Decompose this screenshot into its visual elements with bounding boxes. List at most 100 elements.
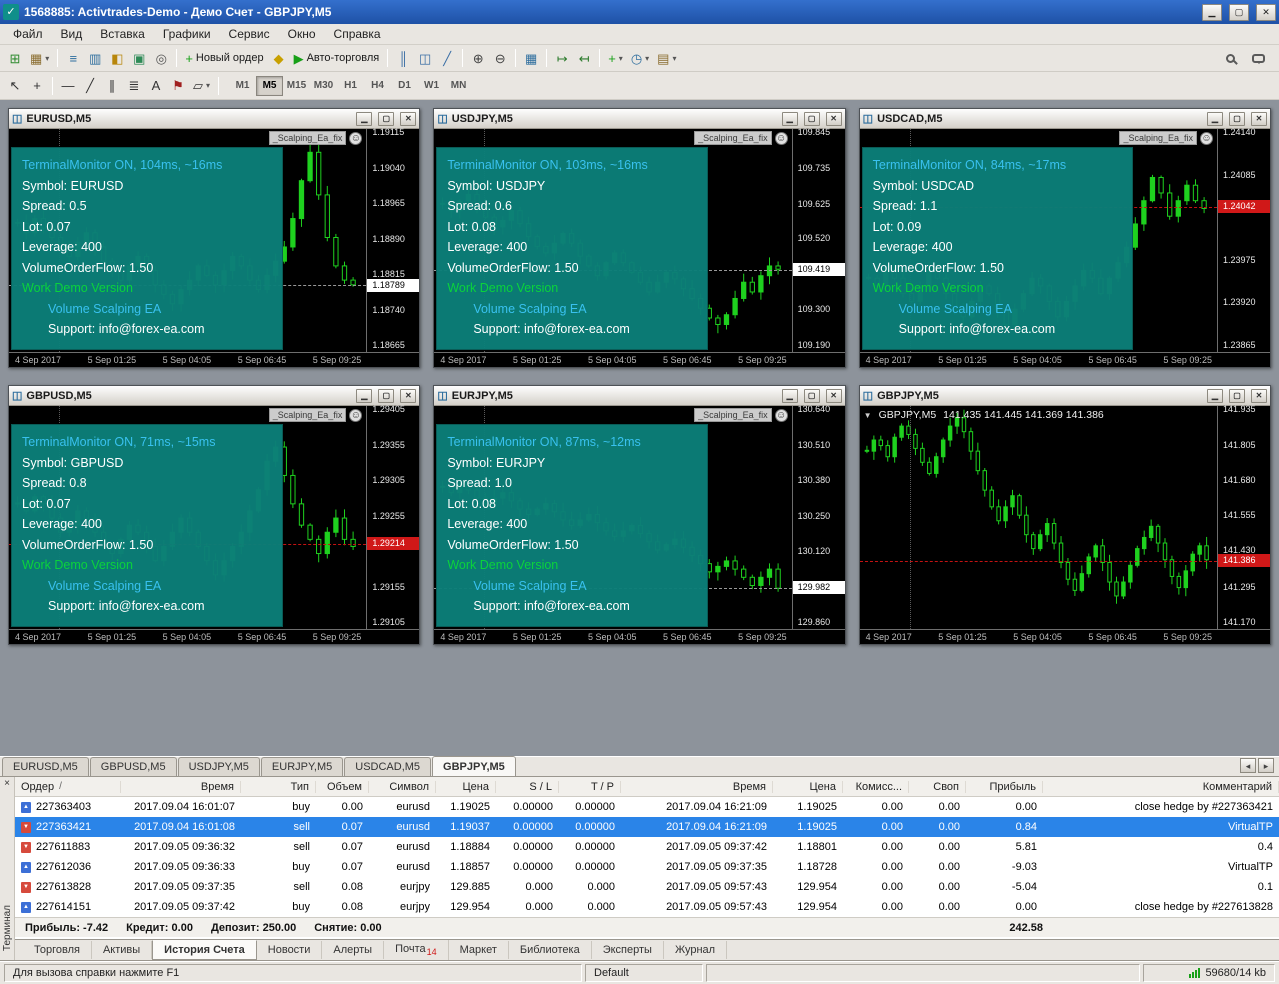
search-button[interactable]	[1219, 47, 1241, 69]
chart-close-button[interactable]: ✕	[1251, 388, 1267, 403]
terminal-tab-новости[interactable]: Новости	[257, 941, 323, 959]
terminal-tab-журнал[interactable]: Журнал	[664, 941, 728, 959]
chart-restore-button[interactable]: ▢	[1229, 388, 1245, 403]
history-column-header[interactable]: Ордер /	[15, 780, 121, 793]
menu-item[interactable]: Файл	[4, 25, 52, 43]
chart-minimize-button[interactable]: ▁	[1207, 111, 1223, 126]
timeframe-m1-button[interactable]: M1	[229, 76, 256, 96]
chart-window-titlebar[interactable]: ◫ USDJPY,M5 ▁ ▢ ✕	[434, 109, 845, 129]
trendline-button[interactable]: ╱	[79, 75, 101, 97]
equidistant-channel-button[interactable]: ∥	[101, 75, 123, 97]
chart-close-button[interactable]: ✕	[825, 388, 842, 403]
zoom-out-button[interactable]: ⊖	[489, 47, 511, 69]
profile-selector[interactable]: Default	[585, 964, 703, 982]
chart-shift-button[interactable]: ↤	[573, 47, 595, 69]
navigator-button[interactable]: ◧	[106, 47, 128, 69]
tab-scroll-right-icon[interactable]: ▸	[1258, 758, 1274, 773]
chart-close-button[interactable]: ✕	[1251, 111, 1267, 126]
line-mode-button[interactable]: ╱	[436, 47, 458, 69]
chart-plot[interactable]: ▼ GBPJPY,M5 141.435 141.445 141.369 141.38…	[859, 406, 1217, 629]
chart-restore-button[interactable]: ▢	[378, 111, 395, 126]
history-column-header[interactable]: Своп	[909, 780, 966, 793]
title-bar[interactable]: ✓ 1568885: Activtrades-Demo - Демо Счет …	[0, 0, 1279, 24]
chart-tab-eurjpy[interactable]: EURJPY,M5	[260, 757, 344, 776]
terminal-tab-история-счета[interactable]: История Счета	[152, 939, 257, 960]
history-row[interactable]: ▼ 227363421 2017.09.04 16:01:08 sell 0.07 eur…	[15, 817, 1279, 837]
history-column-header[interactable]: Объем	[316, 780, 369, 793]
profiles-button[interactable]: ▦ ▾	[26, 47, 53, 69]
fibonacci-button[interactable]: ≣	[123, 75, 145, 97]
one-click-arrow-icon[interactable]: ▼	[864, 411, 872, 420]
chart-close-button[interactable]: ✕	[825, 111, 842, 126]
indicators-button[interactable]: + ▾	[604, 47, 627, 69]
history-column-header[interactable]: S / L	[496, 780, 559, 793]
chart-tab-usdcad[interactable]: USDCAD,M5	[344, 757, 432, 776]
chart-plot[interactable]: TerminalMonitor ON, 104ms, ~16ms Symbol: …	[9, 129, 367, 352]
bar-chart-mode-button[interactable]: ║	[392, 47, 414, 69]
terminal-button[interactable]: ▣	[128, 47, 150, 69]
time-axis[interactable]: 4 Sep 2017 5 Sep 01:25 5 Sep 04:05 5 Sep 06…	[9, 352, 420, 367]
time-axis[interactable]: 4 Sep 2017 5 Sep 01:25 5 Sep 04:05 5 Sep 06…	[859, 629, 1270, 644]
data-window-button[interactable]: ▥	[84, 47, 106, 69]
chart-tab-gbpusd[interactable]: GBPUSD,M5	[89, 757, 177, 776]
time-axis[interactable]: 4 Sep 2017 5 Sep 01:25 5 Sep 04:05 5 Sep 06…	[434, 352, 845, 367]
terminal-tab-библиотека[interactable]: Библиотека	[509, 941, 592, 959]
restore-button[interactable]: ▢	[1229, 3, 1249, 21]
auto-scroll-button[interactable]: ↦	[551, 47, 573, 69]
history-column-header[interactable]: Цена	[773, 780, 843, 793]
chart-window-titlebar[interactable]: ◫ EURJPY,M5 ▁ ▢ ✕	[434, 386, 845, 406]
history-row[interactable]: ▲ 227614151 2017.09.05 09:37:42 buy 0.08 eurj…	[15, 897, 1279, 917]
shapes-button[interactable]: ▱ ▾	[189, 75, 214, 97]
chart-restore-button[interactable]: ▢	[803, 388, 820, 403]
price-scale[interactable]: 1.29405 1.29355 1.29305 1.29255 1.29155 1.291…	[366, 404, 420, 629]
terminal-tab-эксперты[interactable]: Эксперты	[592, 941, 664, 959]
history-column-header[interactable]: Время	[621, 780, 773, 793]
chart-plot[interactable]: TerminalMonitor ON, 84ms, ~17ms Symbol: U…	[859, 129, 1217, 352]
history-column-header[interactable]: Тип	[241, 780, 316, 793]
history-column-header[interactable]: Прибыль	[966, 780, 1043, 793]
timeframe-h4-button[interactable]: H4	[364, 76, 391, 96]
history-column-header[interactable]: Время	[121, 780, 241, 793]
tab-scroll-left-icon[interactable]: ◂	[1240, 758, 1256, 773]
terminal-tab-маркет[interactable]: Маркет	[449, 941, 509, 959]
candle-mode-button[interactable]: ◫	[414, 47, 436, 69]
chart-minimize-button[interactable]: ▁	[356, 111, 373, 126]
metaeditor-button[interactable]: ◆	[268, 47, 290, 69]
timeframe-h1-button[interactable]: H1	[337, 76, 364, 96]
menu-item[interactable]: Вид	[52, 25, 92, 43]
timeframe-m5-button[interactable]: M5	[256, 75, 284, 96]
history-row[interactable]: ▲ 227363403 2017.09.04 16:01:07 buy 0.00 euru…	[15, 797, 1279, 817]
templates-button[interactable]: ▤ ▾	[653, 47, 680, 69]
arrows-tool-button[interactable]: ⚑	[167, 75, 189, 97]
chart-window-titlebar[interactable]: ◫ GBPJPY,M5 ▁ ▢ ✕	[859, 386, 1270, 406]
chat-button[interactable]	[1247, 47, 1269, 69]
timeframe-m30-button[interactable]: M30	[310, 76, 337, 96]
autotrade-button[interactable]: ▶ Авто-торговля	[290, 47, 384, 69]
chart-restore-button[interactable]: ▢	[803, 111, 820, 126]
new-order-button[interactable]: + Новый ордер	[181, 47, 267, 69]
terminal-tab-торговля[interactable]: Торговля	[23, 941, 92, 959]
timeframe-m15-button[interactable]: M15	[283, 76, 310, 96]
chart-window-titlebar[interactable]: ◫ GBPUSD,M5 ▁ ▢ ✕	[9, 386, 420, 406]
chart-minimize-button[interactable]: ▁	[781, 388, 798, 403]
terminal-tab-алерты[interactable]: Алерты	[322, 941, 385, 959]
terminal-tab-почта[interactable]: Почта 14	[384, 940, 449, 960]
new-chart-button[interactable]: ⊞	[4, 47, 26, 69]
chart-tab-eurusd[interactable]: EURUSD,M5	[2, 757, 89, 776]
strategy-tester-button[interactable]: ◎	[150, 47, 172, 69]
time-axis[interactable]: 4 Sep 2017 5 Sep 01:25 5 Sep 04:05 5 Sep 06…	[434, 629, 845, 644]
history-column-header[interactable]: Символ	[369, 780, 436, 793]
crosshair-button[interactable]: +	[26, 75, 48, 97]
ea-smiley-icon[interactable]: ☺	[349, 131, 363, 145]
chart-minimize-button[interactable]: ▁	[1207, 388, 1223, 403]
history-row[interactable]: ▼ 227611883 2017.09.05 09:36:32 sell 0.07 eur…	[15, 837, 1279, 857]
close-button[interactable]: ✕	[1256, 3, 1276, 21]
zoom-in-button[interactable]: ⊕	[467, 47, 489, 69]
ea-smiley-icon[interactable]: ☺	[349, 408, 363, 422]
tile-windows-button[interactable]: ▦	[520, 47, 542, 69]
menu-item[interactable]: Графики	[154, 25, 220, 43]
chart-minimize-button[interactable]: ▁	[356, 388, 373, 403]
ea-smiley-icon[interactable]: ☺	[774, 408, 788, 422]
chart-plot[interactable]: TerminalMonitor ON, 71ms, ~15ms Symbol: G…	[9, 406, 367, 629]
menu-item[interactable]: Справка	[325, 25, 390, 43]
